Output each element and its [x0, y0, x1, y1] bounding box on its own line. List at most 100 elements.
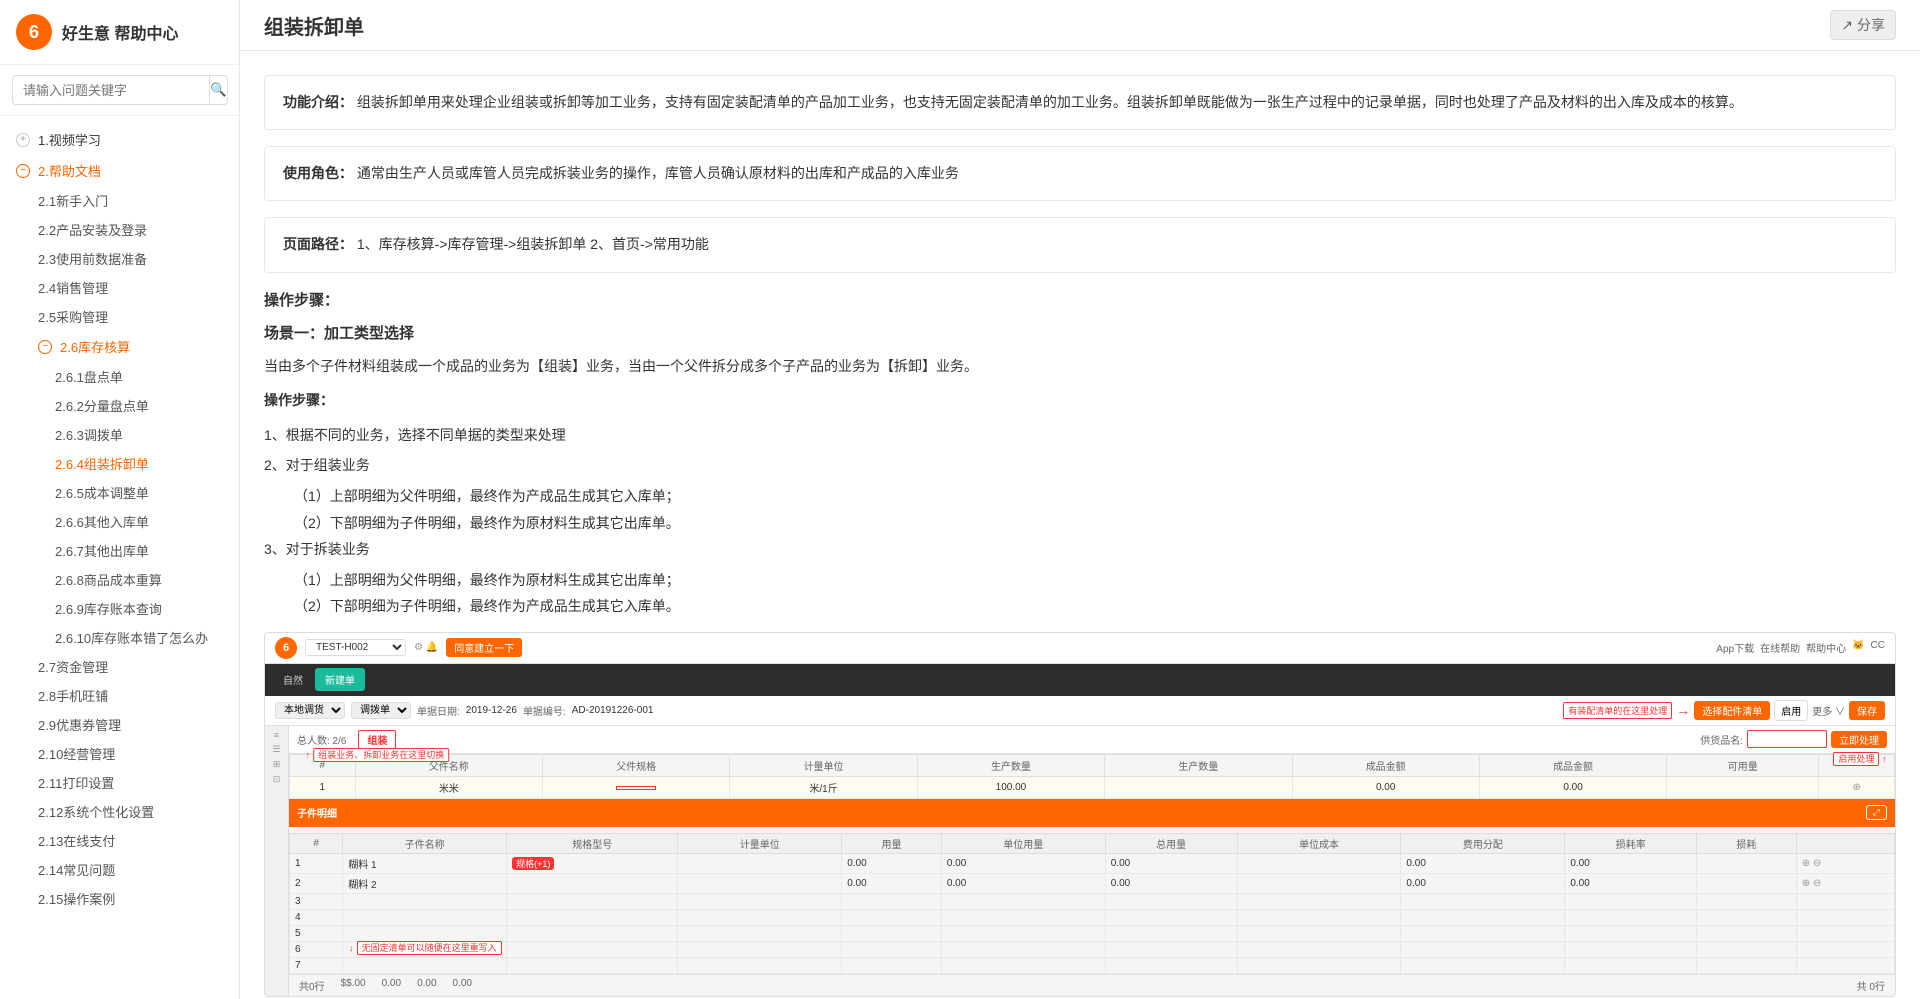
share-button[interactable]: ↗ 分享 — [1830, 10, 1896, 40]
sidebar-item-inventory[interactable]: − 2.6库存核算 — [0, 331, 239, 362]
sidebar-item-newbie[interactable]: 2.1新手入门 — [0, 186, 239, 215]
td-name: 米米 — [355, 776, 542, 798]
screenshot-container: 6 TEST-H002 ⚙ 🔔 同意建立一下 App下载 在线帮助 帮助中心 🐱… — [264, 632, 1896, 997]
app-new-btn[interactable]: 同意建立一下 — [446, 638, 522, 657]
td-qty2 — [1105, 776, 1292, 798]
app-icon-help: 在线帮助 — [1760, 640, 1800, 655]
th-avail: 可用量 — [1667, 754, 1819, 776]
sub-row-action[interactable]: ⊕ ⊖ — [1802, 858, 1822, 869]
tb-orderno-value: AD-20191226-001 — [572, 705, 654, 716]
path-block: 页面路径： 1、库存核算->库存管理->组装拆卸单 2、首页->常用功能 — [264, 217, 1896, 272]
app-side-icon-2: ☰ — [272, 744, 280, 755]
sidebar-item-coupon[interactable]: 2.9优惠券管理 — [0, 710, 239, 739]
td-spec-input[interactable] — [616, 786, 656, 790]
th-unit: 计量单位 — [730, 754, 917, 776]
steps-heading: 操作步骤： — [264, 387, 1896, 414]
app-sub-table-wrapper: # 子件名称 规格型号 计量单位 用量 单位用量 总用量 单位成本 费用分配 — [289, 833, 1895, 974]
sidebar-item-faq[interactable]: 2.14常见问题 — [0, 855, 239, 884]
sidebar-item-operation[interactable]: 2.10经营管理 — [0, 739, 239, 768]
footer-total: 共 0行 — [1857, 978, 1885, 993]
sub-table-row: 1 糊料 1 规格(+1) 0.00 0.00 0.00 — [290, 853, 1895, 873]
ann4-container: ↓ 无固定清单可以随便在这里重写入 — [349, 941, 502, 954]
app-config-btn[interactable]: 选择配件清单 — [1694, 701, 1770, 720]
th-prod-amt2: 成品金额 — [1479, 754, 1666, 776]
ann3-arrow: ↑ — [1883, 754, 1888, 764]
sidebar-item-onlinepay[interactable]: 2.13在线支付 — [0, 826, 239, 855]
sidebar-item-2-6-2[interactable]: 2.6.2分量盘点单 — [0, 391, 239, 420]
sidebar-item-2-6-4[interactable]: 2.6.4组装拆卸单 — [0, 449, 239, 478]
app-footer: 共0行 $$.00 0.00 0.00 0.00 共 0行 — [289, 974, 1895, 996]
sth-unit: 计量单位 — [678, 833, 842, 853]
th-prod-amt: 成品金额 — [1292, 754, 1479, 776]
sth-loss-rate: 损耗率 — [1565, 833, 1697, 853]
sidebar-item-2-6-8[interactable]: 2.6.8商品成本重算 — [0, 565, 239, 594]
search-button[interactable]: 🔍 — [210, 75, 228, 105]
ann1-arrow: → — [1676, 702, 1690, 718]
ann1-label: 有装配清单的在这里处理 — [1563, 702, 1672, 719]
page-header: 组装拆卸单 ↗ 分享 — [240, 0, 1920, 51]
app-doc-select[interactable]: 调拨单 — [351, 702, 411, 719]
steps-list: 1、根据不同的业务，选择不同单据的类型来处理 2、对于组装业务 （1）上部明细为… — [264, 422, 1896, 620]
sidebar-item-customize[interactable]: 2.12系统个性化设置 — [0, 797, 239, 826]
main-content: 功能介绍： 组装拆卸单用来处理企业组装或拆卸等加工业务，支持有固定装配清单的产品… — [240, 51, 1920, 999]
app-enable-label: 供货品名: — [1700, 732, 1743, 747]
app-enable-input[interactable] — [1747, 730, 1827, 748]
config-area: 有装配清单的在这里处理 → 选择配件清单 启用 更多 ∨ 保存 — [1563, 700, 1885, 721]
sidebar-item-data[interactable]: 2.3使用前数据准备 — [0, 244, 239, 273]
role-label: 使用角色： — [283, 165, 353, 181]
app-action-btn[interactable]: 启用 — [1774, 700, 1808, 721]
sidebar-item-sales[interactable]: 2.4销售管理 — [0, 273, 239, 302]
app-org-select[interactable]: TEST-H002 — [305, 639, 406, 656]
app-type-toggle[interactable]: 组装 — [358, 730, 396, 749]
app-save-btn[interactable]: 保存 — [1849, 701, 1885, 720]
sub-table-row: 6 — [290, 941, 1895, 957]
share-icon: ↗ — [1841, 17, 1853, 34]
sidebar-item-2-6-3[interactable]: 2.6.3调拨单 — [0, 420, 239, 449]
sidebar-item-2-6-9[interactable]: 2.6.9库存账本查询 — [0, 594, 239, 623]
footer-val4: 0.00 — [453, 978, 472, 993]
app-nav-new[interactable]: 新建单 — [315, 668, 365, 691]
sidebar-item-2-6-10[interactable]: 2.6.10库存账本错了怎么办 — [0, 623, 239, 652]
sth-total-qty: 总用量 — [1105, 833, 1237, 853]
app-topbar-right: App下载 在线帮助 帮助中心 🐱 CC — [1716, 640, 1885, 655]
sth-loss: 损耗 — [1697, 833, 1797, 853]
app-side-icon-4: ⊡ — [273, 774, 281, 785]
app-section-divider: 子件明细 ⤢ — [289, 799, 1895, 827]
td-spec — [543, 776, 730, 798]
app-expand-btn[interactable]: ⤢ — [1866, 805, 1887, 820]
sidebar-item-mobile[interactable]: 2.8手机旺铺 — [0, 681, 239, 710]
sidebar-item-install[interactable]: 2.2产品安装及登录 — [0, 215, 239, 244]
step-2-sub1: （1）上部明细为父件明细，最终作为产成品生成其它入库单； — [294, 483, 1896, 510]
nav-tree: + 1.视频学习 − 2.帮助文档 2.1新手入门 2.2产品安装及登录 2.3… — [0, 116, 239, 999]
sidebar-item-2-6-5[interactable]: 2.6.5成本调整单 — [0, 478, 239, 507]
app-confirm-btn[interactable]: 立即处理 — [1831, 731, 1887, 748]
app-type-select[interactable]: 本地调货 — [275, 702, 345, 719]
footer-spacer — [488, 978, 1841, 993]
sidebar-item-video[interactable]: + 1.视频学习 — [0, 124, 239, 155]
sidebar-item-cases[interactable]: 2.15操作案例 — [0, 884, 239, 913]
sidebar-item-2-6-1[interactable]: 2.6.1盘点单 — [0, 362, 239, 391]
app-toolbar: 本地调货 调拨单 单据日期: 2019-12-26 单据编号: AD-20191… — [265, 696, 1895, 726]
sth-name: 子件名称 — [343, 833, 507, 853]
ops-heading: 操作步骤： — [264, 289, 1896, 310]
sidebar-item-2-6-6[interactable]: 2.6.6其他入库单 — [0, 507, 239, 536]
td-unit: 米/1斤 — [730, 776, 917, 798]
sidebar-item-purchase[interactable]: 2.5采购管理 — [0, 302, 239, 331]
td-amt1: 0.00 — [1292, 776, 1479, 798]
app-simulation: 6 TEST-H002 ⚙ 🔔 同意建立一下 App下载 在线帮助 帮助中心 🐱… — [265, 633, 1895, 996]
app-nav-home[interactable]: 自然 — [273, 668, 313, 691]
sidebar-item-2-6-7[interactable]: 2.6.7其他出库单 — [0, 536, 239, 565]
sub-table-row: 2 糊料 2 0.00 0.00 0.00 0.00 — [290, 873, 1895, 893]
sidebar-item-print[interactable]: 2.11打印设置 — [0, 768, 239, 797]
th-parent-spec: 父件规格 — [543, 754, 730, 776]
sub-table-header-row: # 子件名称 规格型号 计量单位 用量 单位用量 总用量 单位成本 费用分配 — [290, 833, 1895, 853]
row-action-icon[interactable]: ⊕ — [1852, 782, 1860, 793]
search-container: 🔍 — [0, 65, 239, 116]
search-input[interactable] — [12, 75, 210, 105]
ann2-label: 组装业务、拆卸业务在这里切换 — [313, 748, 449, 762]
sidebar-item-finance[interactable]: 2.7资金管理 — [0, 652, 239, 681]
sidebar-item-docs[interactable]: − 2.帮助文档 — [0, 155, 239, 186]
step-2-sub2: （2）下部明细为子件明细，最终作为原材料生成其它出库单。 — [294, 510, 1896, 537]
sub-row-action[interactable]: ⊕ ⊖ — [1802, 878, 1822, 889]
step-3-sub1: （1）上部明细为父件明细，最终作为原材料生成其它出库单； — [294, 567, 1896, 594]
